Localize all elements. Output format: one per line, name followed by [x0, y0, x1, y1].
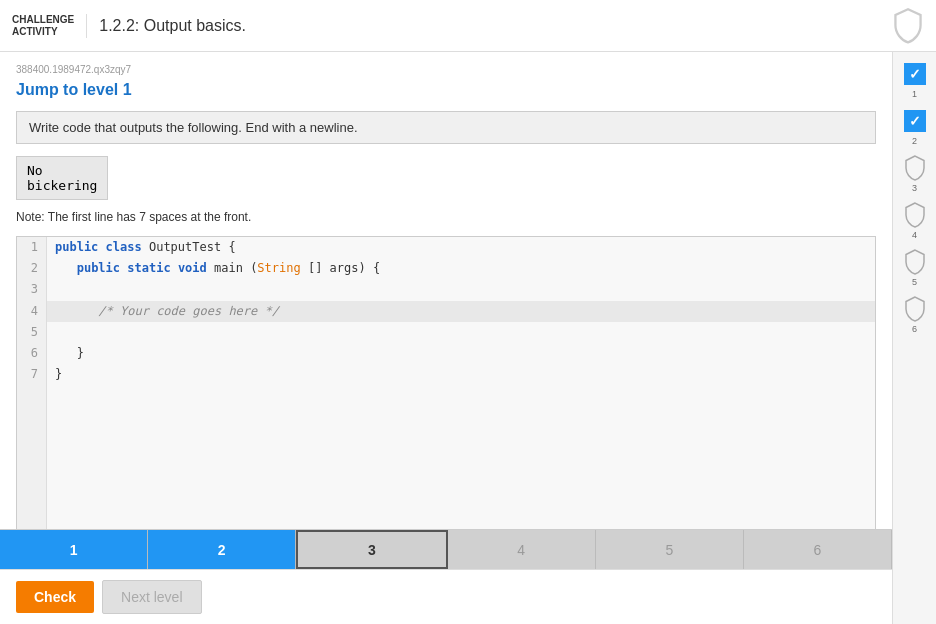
code-line-9	[17, 407, 875, 428]
code-line-8	[17, 385, 875, 406]
sidebar-item-3[interactable]: 3	[901, 154, 929, 193]
sidebar: ✓ 1 ✓ 2 3	[892, 52, 936, 624]
output-line-1: No	[27, 163, 97, 178]
code-line-4: 4 /* Your code goes here */	[17, 301, 875, 322]
sidebar-item-1[interactable]: ✓ 1	[901, 60, 929, 99]
main-layout: 388400.1989472.qx3zqy7 Jump to level 1 W…	[0, 52, 936, 624]
code-line-2: 2 public static void main (String [] arg…	[17, 258, 875, 279]
code-line-6: 6 }	[17, 343, 875, 364]
sidebar-badge-2: ✓	[901, 107, 929, 135]
code-line-14	[17, 512, 875, 529]
check-button[interactable]: Check	[16, 581, 94, 613]
sidebar-badge-1: ✓	[901, 60, 929, 88]
tab-4[interactable]: 4	[448, 530, 596, 569]
output-line-2: bickering	[27, 178, 97, 193]
tab-1[interactable]: 1	[0, 530, 148, 569]
sidebar-badge-5	[901, 248, 929, 276]
code-line-12	[17, 470, 875, 491]
jump-to-level-link[interactable]: Jump to level 1	[16, 81, 876, 99]
content-area: 388400.1989472.qx3zqy7 Jump to level 1 W…	[0, 52, 892, 624]
code-line-7: 7 }	[17, 364, 875, 385]
tab-6[interactable]: 6	[744, 530, 892, 569]
sidebar-item-4[interactable]: 4	[901, 201, 929, 240]
instruction-text: Write code that outputs the following. E…	[16, 111, 876, 144]
code-line-1: 1 public class OutputTest {	[17, 237, 875, 258]
tab-2[interactable]: 2	[148, 530, 296, 569]
level-tabs: 1 2 3 4 5 6	[0, 529, 892, 569]
tab-3[interactable]: 3	[296, 530, 447, 569]
code-line-11	[17, 449, 875, 470]
sidebar-badge-6	[901, 295, 929, 323]
header: CHALLENGE ACTIVITY 1.2.2: Output basics.	[0, 0, 936, 52]
sidebar-item-2[interactable]: ✓ 2	[901, 107, 929, 146]
sidebar-item-6[interactable]: 6	[901, 295, 929, 334]
code-line-13	[17, 491, 875, 512]
problem-section: 388400.1989472.qx3zqy7 Jump to level 1 W…	[0, 52, 892, 529]
action-bar: Check Next level	[0, 569, 892, 624]
challenge-activity-label: CHALLENGE ACTIVITY	[12, 14, 87, 38]
expected-output: No bickering	[16, 156, 108, 200]
note-text: Note: The first line has 7 spaces at the…	[16, 210, 876, 224]
code-line-5: 5	[17, 322, 875, 343]
sidebar-badge-3	[901, 154, 929, 182]
next-level-button[interactable]: Next level	[102, 580, 201, 614]
code-line-3: 3	[17, 279, 875, 300]
problem-id: 388400.1989472.qx3zqy7	[16, 64, 876, 75]
header-shield-icon	[892, 8, 924, 44]
code-editor[interactable]: 1 public class OutputTest { 2 public sta…	[16, 236, 876, 529]
tab-5[interactable]: 5	[596, 530, 744, 569]
activity-title: 1.2.2: Output basics.	[99, 17, 892, 35]
code-line-10	[17, 428, 875, 449]
sidebar-badge-4	[901, 201, 929, 229]
sidebar-item-5[interactable]: 5	[901, 248, 929, 287]
